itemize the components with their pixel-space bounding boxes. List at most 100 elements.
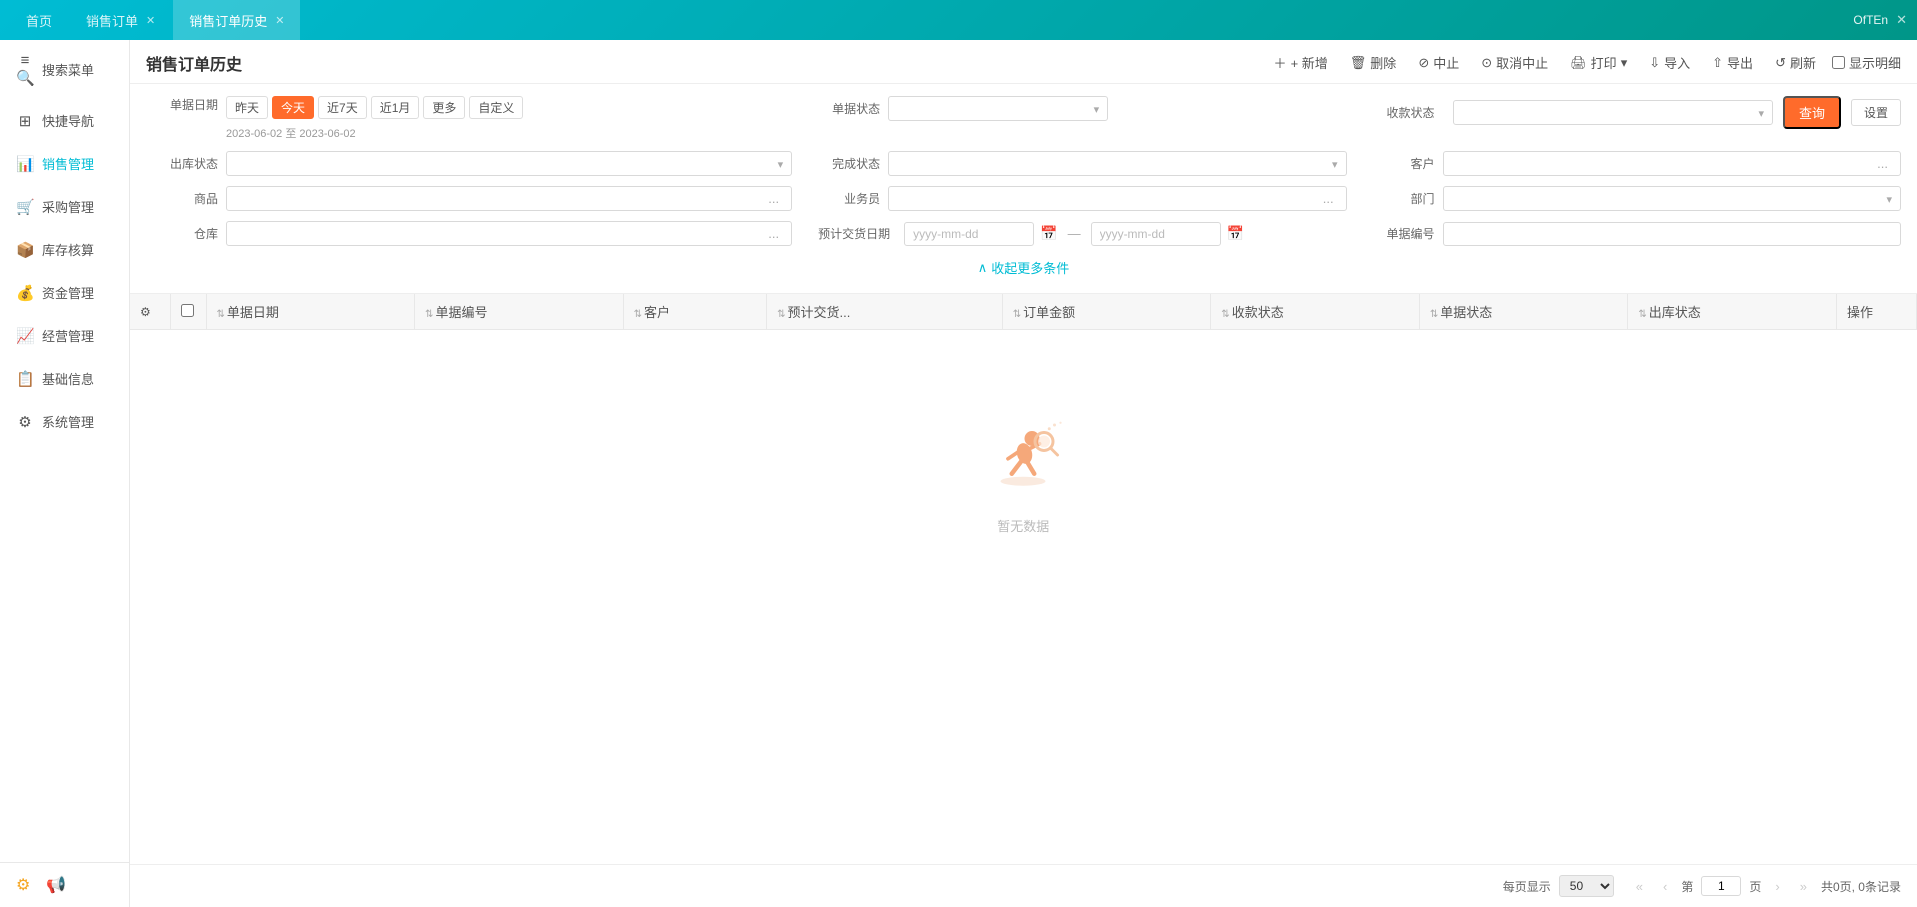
print-button[interactable]: 🖨 打印 ▾: [1564, 50, 1633, 75]
sidebar-label-search-menu: 搜索菜单: [42, 60, 94, 79]
refresh-button[interactable]: ↺ 刷新: [1769, 50, 1822, 75]
date-btn-custom[interactable]: 自定义: [469, 96, 523, 119]
sidebar-item-purchase-mgmt[interactable]: 🛒 采购管理: [0, 185, 129, 228]
toolbar: ＋ + 新增 🗑 删除 ⊘ 中止 ⊙ 取消中止 🖨 打印: [1268, 50, 1901, 75]
delete-button[interactable]: 🗑 删除: [1344, 50, 1403, 75]
date-btn-more[interactable]: 更多: [423, 96, 465, 119]
empty-text: 暂无数据: [997, 516, 1049, 535]
sidebar-bottom-speaker-icon[interactable]: 📢: [46, 875, 66, 895]
calendar-from-icon[interactable]: 📅: [1040, 225, 1057, 242]
payment-status-label: 收款状态: [1363, 104, 1443, 121]
date-btn-7days[interactable]: 近7天: [318, 96, 367, 119]
th-payment-status[interactable]: 收款状态: [1211, 294, 1420, 330]
new-button[interactable]: ＋ + 新增: [1268, 50, 1334, 75]
date-filter-label: 单据日期: [146, 96, 226, 113]
warehouse-input[interactable]: ...: [226, 221, 792, 246]
export-button[interactable]: ⇧ 导出: [1706, 50, 1759, 75]
last-page-button[interactable]: »: [1794, 877, 1813, 896]
sidebar-item-basic-info[interactable]: 📋 基础信息: [0, 357, 129, 400]
first-page-button[interactable]: «: [1630, 877, 1649, 896]
date-btn-1month[interactable]: 近1月: [371, 96, 420, 119]
th-customer[interactable]: 客户: [623, 294, 767, 330]
collapse-filters-row[interactable]: ∧ 收起更多条件: [146, 254, 1901, 281]
warehouse-dots-icon[interactable]: ...: [764, 226, 783, 241]
tab-sales-order-history[interactable]: 销售订单历史 ✕: [173, 0, 300, 40]
th-outbound-status[interactable]: 出库状态: [1628, 294, 1837, 330]
sales-person-label: 业务员: [808, 190, 888, 207]
stop-button[interactable]: ⊘ 中止: [1412, 50, 1465, 75]
date-range-dash: —: [1064, 226, 1085, 241]
sidebar-item-stock-calc[interactable]: 📦 库存核算: [0, 228, 129, 271]
sidebar-item-fund-mgmt[interactable]: 💰 资金管理: [0, 271, 129, 314]
basic-info-icon: 📋: [16, 370, 34, 388]
close-sales-order-tab[interactable]: ✕: [146, 14, 155, 27]
order-status-select[interactable]: [888, 96, 1108, 121]
sidebar-item-sales-mgmt[interactable]: 📊 销售管理: [0, 142, 129, 185]
date-btn-today[interactable]: 今天: [272, 96, 314, 119]
empty-state: 暂无数据: [130, 330, 1917, 575]
sidebar-label-basic-info: 基础信息: [42, 369, 94, 388]
delivery-date-to-input[interactable]: [1091, 222, 1221, 246]
expected-delivery-label: 预计交货日期: [808, 225, 898, 242]
sidebar-item-ops-mgmt[interactable]: 📈 经营管理: [0, 314, 129, 357]
delivery-date-from-input[interactable]: [904, 222, 1034, 246]
order-number-input[interactable]: [1443, 222, 1901, 246]
sidebar-item-search-menu[interactable]: ≡🔍 搜索菜单: [0, 40, 129, 99]
top-bar: 首页 销售订单 ✕ 销售订单历史 ✕ OfTEn ✕: [0, 0, 1917, 40]
th-gear[interactable]: ⚙: [130, 294, 170, 330]
th-order-status[interactable]: 单据状态: [1419, 294, 1628, 330]
outbound-status-chevron-icon: [778, 156, 784, 171]
product-dots-icon[interactable]: ...: [764, 191, 783, 206]
pagination-bar: 每页显示 20 50 100 « ‹ 第 页 › » 共0页, 0条记录: [130, 864, 1917, 907]
tab-home[interactable]: 首页: [10, 0, 68, 40]
sidebar-bottom: ⚙ 📢: [0, 862, 129, 907]
sidebar: ≡🔍 搜索菜单 ⊞ 快捷导航 📊 销售管理 🛒 采购管理 📦 库存核算 💰 资金…: [0, 40, 130, 907]
th-check[interactable]: [170, 294, 206, 330]
top-close-icon[interactable]: ✕: [1896, 12, 1907, 28]
page-label: 第: [1681, 878, 1693, 895]
order-number-label: 单据编号: [1363, 225, 1443, 242]
query-button[interactable]: 查询: [1783, 96, 1841, 129]
sidebar-item-sys-mgmt[interactable]: ⚙ 系统管理: [0, 400, 129, 443]
date-btn-yesterday[interactable]: 昨天: [226, 96, 268, 119]
completion-status-select[interactable]: [888, 151, 1346, 176]
payment-status-select[interactable]: [1453, 100, 1773, 125]
page-title: 销售订单历史: [146, 51, 242, 75]
customer-dots-icon[interactable]: ...: [1873, 156, 1892, 171]
department-select[interactable]: [1443, 186, 1901, 211]
department-label: 部门: [1363, 190, 1443, 207]
cancel-stop-button[interactable]: ⊙ 取消中止: [1475, 50, 1554, 75]
customer-input[interactable]: ...: [1443, 151, 1901, 176]
next-page-button[interactable]: ›: [1769, 877, 1785, 896]
export-icon: ⇧: [1712, 55, 1723, 71]
sidebar-item-quick-nav[interactable]: ⊞ 快捷导航: [0, 99, 129, 142]
purchase-mgmt-icon: 🛒: [16, 198, 34, 216]
table-header-row: ⚙ 单据日期 单据编号 客户 预计交货... 订单金额 收款状态 单据状态 出库…: [130, 294, 1917, 330]
th-order-amount[interactable]: 订单金额: [1002, 294, 1211, 330]
stock-calc-icon: 📦: [16, 241, 34, 259]
sales-person-input[interactable]: ...: [888, 186, 1346, 211]
th-date[interactable]: 单据日期: [206, 294, 415, 330]
calendar-to-icon[interactable]: 📅: [1227, 225, 1244, 242]
page-size-select[interactable]: 20 50 100: [1559, 875, 1614, 897]
sidebar-label-sales-mgmt: 销售管理: [42, 154, 94, 173]
tab-sales-order[interactable]: 销售订单 ✕: [70, 0, 171, 40]
outbound-status-select[interactable]: [226, 151, 792, 176]
sidebar-label-quick-nav: 快捷导航: [42, 111, 94, 130]
sales-person-dots-icon[interactable]: ...: [1319, 191, 1338, 206]
product-input[interactable]: ...: [226, 186, 792, 211]
close-sales-order-history-tab[interactable]: ✕: [275, 14, 284, 27]
page-number-input[interactable]: [1701, 876, 1741, 896]
import-button[interactable]: ⇩ 导入: [1643, 50, 1696, 75]
th-number[interactable]: 单据编号: [415, 294, 624, 330]
data-table: ⚙ 单据日期 单据编号 客户 预计交货... 订单金额 收款状态 单据状态 出库…: [130, 294, 1917, 575]
sidebar-bottom-settings-icon[interactable]: ⚙: [16, 875, 30, 895]
outbound-status-label: 出库状态: [146, 155, 226, 172]
settings-button[interactable]: 设置: [1851, 99, 1901, 126]
display-detail-checkbox[interactable]: [1832, 56, 1845, 69]
select-all-checkbox[interactable]: [181, 304, 194, 317]
prev-page-button[interactable]: ‹: [1657, 877, 1673, 896]
order-status-label: 单据状态: [808, 100, 888, 117]
customer-label: 客户: [1363, 155, 1443, 172]
th-expected-delivery[interactable]: 预计交货...: [767, 294, 1003, 330]
